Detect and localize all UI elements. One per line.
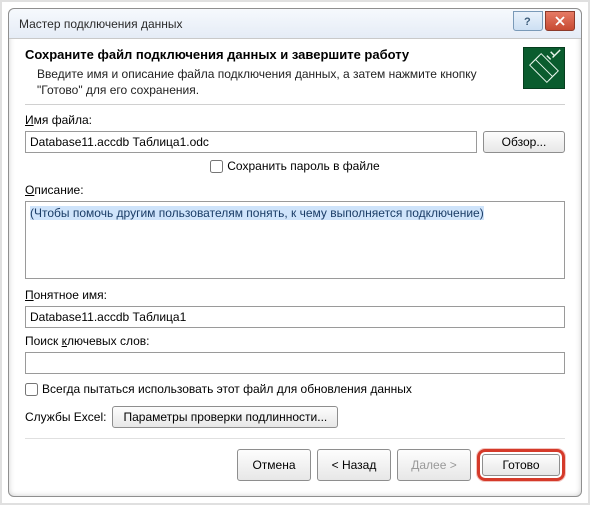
titlebar: Мастер подключения данных ? [9, 9, 581, 39]
wizard-footer: Отмена < Назад Далее > Готово [25, 438, 565, 481]
wizard-window: Мастер подключения данных ? Сохраните фа… [8, 8, 582, 497]
page-title: Сохраните файл подключения данных и заве… [25, 47, 515, 62]
finish-highlight: Готово [477, 449, 565, 481]
browse-button[interactable]: Обзор... [483, 131, 565, 153]
help-button[interactable]: ? [513, 11, 543, 31]
save-password-checkbox[interactable] [210, 160, 223, 173]
always-use-row: Всегда пытаться использовать этот файл д… [25, 382, 565, 396]
help-icon: ? [523, 15, 533, 27]
description-textarea[interactable]: <span></span> [25, 201, 565, 279]
keywords-label: Поиск ключевых слов: [25, 334, 565, 348]
cancel-button[interactable]: Отмена [237, 449, 311, 481]
next-button: Далее > [397, 449, 471, 481]
svg-text:?: ? [524, 16, 531, 27]
keywords-input[interactable] [25, 352, 565, 374]
close-icon [555, 16, 565, 26]
auth-settings-button[interactable]: Параметры проверки подлинности... [112, 406, 338, 428]
connection-icon [523, 47, 565, 89]
always-use-label: Всегда пытаться использовать этот файл д… [42, 382, 412, 396]
file-name-input[interactable] [25, 131, 477, 153]
description-label: Описание: [25, 183, 565, 197]
friendly-name-input[interactable] [25, 306, 565, 328]
back-button[interactable]: < Назад [317, 449, 391, 481]
wizard-header: Сохраните файл подключения данных и заве… [25, 47, 565, 105]
excel-services-label: Службы Excel: [25, 410, 106, 424]
close-button[interactable] [545, 11, 575, 31]
finish-button[interactable]: Готово [482, 454, 560, 476]
friendly-name-label: Понятное имя: [25, 288, 565, 302]
page-description: Введите имя и описание файла подключения… [25, 66, 515, 98]
always-use-checkbox[interactable] [25, 383, 38, 396]
file-name-label: Имя файла: [25, 113, 565, 127]
window-title: Мастер подключения данных [19, 17, 183, 31]
save-password-label: Сохранить пароль в файле [227, 159, 379, 173]
save-password-row: Сохранить пароль в файле [25, 159, 565, 173]
